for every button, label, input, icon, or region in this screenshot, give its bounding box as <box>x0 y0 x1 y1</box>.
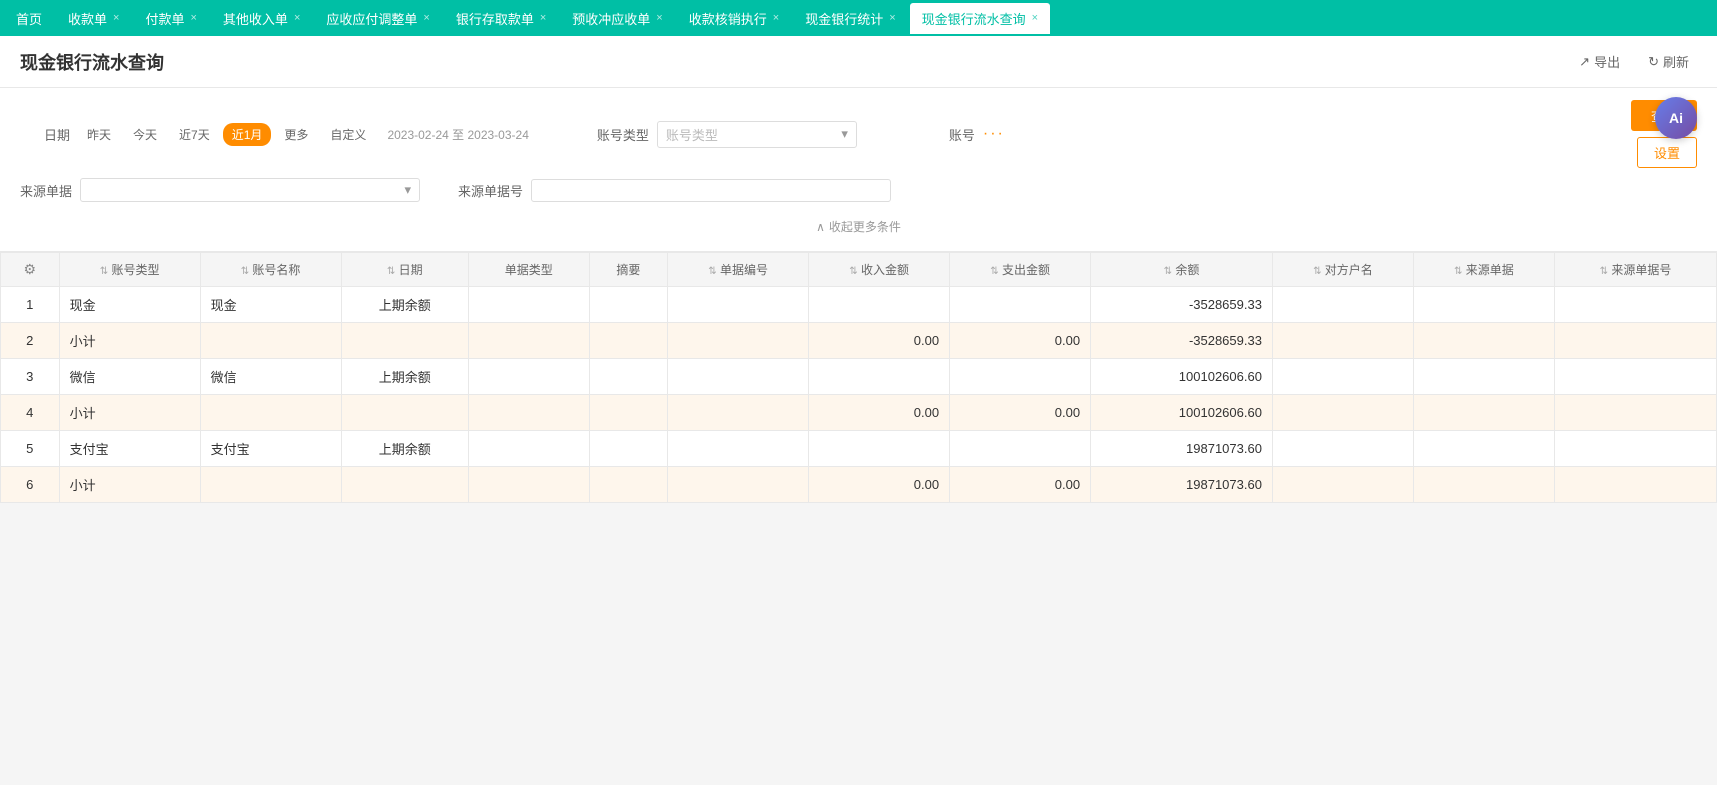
sort-icon: ⇅ <box>1313 266 1321 277</box>
col-account-type[interactable]: ⇅ 账号类型 <box>59 253 200 287</box>
nav-tab-yushou[interactable]: 预收冲应收单 × <box>560 3 674 34</box>
nav-home[interactable]: 首页 <box>4 3 54 34</box>
filter-area: 日期 昨天 今天 近7天 近1月 更多 自定义 2023-02-24 至 202… <box>0 88 1717 252</box>
chevron-down-icon: ▾ <box>404 182 411 198</box>
sort-icon: ⇅ <box>849 266 857 277</box>
col-counterparty[interactable]: ⇅ 对方户名 <box>1272 253 1413 287</box>
sort-icon: ⇅ <box>708 266 716 277</box>
refresh-button[interactable]: ↻ 刷新 <box>1640 48 1697 75</box>
account-label: 账号 <box>925 125 975 144</box>
sort-icon: ⇅ <box>1454 266 1462 277</box>
close-icon[interactable]: × <box>656 12 662 24</box>
col-expense[interactable]: ⇅ 支出金额 <box>950 253 1091 287</box>
date-btn-custom[interactable]: 自定义 <box>321 123 375 146</box>
data-table: ⚙ ⇅ 账号类型 ⇅ 账号名称 ⇅ 日期 单据类型 摘要 <box>0 252 1717 503</box>
nav-tab-shoukuanhexiao[interactable]: 收款核销执行 × <box>677 3 791 34</box>
date-btn-more[interactable]: 更多 <box>275 123 317 146</box>
sort-icon: ⇅ <box>990 266 998 277</box>
date-btn-7days[interactable]: 近7天 <box>170 123 219 146</box>
source-voucher-label: 来源单据 <box>20 181 72 200</box>
account-type-select[interactable]: 账号类型 ▾ <box>657 121 857 148</box>
date-btn-today[interactable]: 今天 <box>124 123 166 146</box>
nav-tab-xianjinyinhang-stat[interactable]: 现金银行统计 × <box>793 3 907 34</box>
nav-tab-qitashouru[interactable]: 其他收入单 × <box>211 3 312 34</box>
source-voucher-select[interactable]: ▾ <box>80 178 420 202</box>
col-balance[interactable]: ⇅ 余额 <box>1091 253 1273 287</box>
account-type-label: 账号类型 <box>597 125 649 144</box>
export-button[interactable]: ↗ 导出 <box>1571 48 1628 75</box>
date-label: 日期 <box>20 125 70 144</box>
col-source-voucher[interactable]: ⇅ 来源单据 <box>1413 253 1554 287</box>
nav-tab-yingshouyingfu[interactable]: 应收应付调整单 × <box>314 3 441 34</box>
account-more-icon[interactable]: ··· <box>983 125 1005 143</box>
date-range-display: 2023-02-24 至 2023-03-24 <box>387 126 528 143</box>
col-voucher-no[interactable]: ⇅ 单据编号 <box>668 253 809 287</box>
collapse-bar[interactable]: ∧ 收起更多条件 <box>20 212 1697 239</box>
col-voucher-type: 单据类型 <box>469 253 590 287</box>
page-title: 现金银行流水查询 <box>20 49 164 75</box>
close-icon[interactable]: × <box>423 12 429 24</box>
ai-assistant-button[interactable]: Ai <box>1655 97 1697 139</box>
gear-icon[interactable]: ⚙ <box>24 261 37 277</box>
close-icon[interactable]: × <box>889 12 895 24</box>
table-row: 2小计0.000.00-3528659.33 <box>1 323 1717 359</box>
table-row: 6小计0.000.0019871073.60 <box>1 467 1717 503</box>
table-row: 1现金现金上期余额-3528659.33 <box>1 287 1717 323</box>
export-icon: ↗ <box>1579 54 1590 70</box>
source-voucher-no-label: 来源单据号 <box>458 181 523 200</box>
close-icon[interactable]: × <box>773 12 779 24</box>
header-actions: ↗ 导出 ↻ 刷新 <box>1571 48 1697 75</box>
close-icon[interactable]: × <box>190 12 196 24</box>
settings-button[interactable]: 设置 <box>1637 137 1697 168</box>
date-buttons: 昨天 今天 近7天 近1月 更多 自定义 <box>78 123 375 146</box>
close-icon[interactable]: × <box>113 12 119 24</box>
sort-icon: ⇅ <box>241 266 249 277</box>
close-icon[interactable]: × <box>1032 12 1038 24</box>
nav-tab-fukuandan[interactable]: 付款单 × <box>133 3 208 34</box>
top-navigation: 首页 收款单 × 付款单 × 其他收入单 × 应收应付调整单 × 银行存取款单 … <box>0 0 1717 36</box>
filter-row-source: 来源单据 ▾ 来源单据号 <box>20 178 1697 202</box>
date-btn-yesterday[interactable]: 昨天 <box>78 123 120 146</box>
table-row: 4小计0.000.00100102606.60 <box>1 395 1717 431</box>
date-btn-1month[interactable]: 近1月 <box>223 123 272 146</box>
close-icon[interactable]: × <box>294 12 300 24</box>
nav-tab-shoukuandan[interactable]: 收款单 × <box>56 3 131 34</box>
sort-icon: ⇅ <box>100 266 108 277</box>
filter-row-date: 日期 昨天 今天 近7天 近1月 更多 自定义 2023-02-24 至 202… <box>20 100 1697 168</box>
chevron-down-icon: ▾ <box>841 126 848 142</box>
nav-tab-yinhangcunqu[interactable]: 银行存取款单 × <box>444 3 558 34</box>
col-source-voucher-no[interactable]: ⇅ 来源单据号 <box>1554 253 1716 287</box>
col-account-name[interactable]: ⇅ 账号名称 <box>200 253 341 287</box>
col-summary: 摘要 <box>589 253 668 287</box>
table-container: ⚙ ⇅ 账号类型 ⇅ 账号名称 ⇅ 日期 单据类型 摘要 <box>0 252 1717 503</box>
close-icon[interactable]: × <box>540 12 546 24</box>
page-header: 现金银行流水查询 ↗ 导出 ↻ 刷新 <box>0 36 1717 88</box>
sort-icon: ⇅ <box>1600 266 1608 277</box>
source-voucher-no-input[interactable] <box>531 179 891 202</box>
col-income[interactable]: ⇅ 收入金额 <box>809 253 950 287</box>
col-gear[interactable]: ⚙ <box>1 253 60 287</box>
table-row: 5支付宝支付宝上期余额19871073.60 <box>1 431 1717 467</box>
sort-icon: ⇅ <box>387 266 395 277</box>
refresh-icon: ↻ <box>1648 54 1659 70</box>
col-date[interactable]: ⇅ 日期 <box>341 253 468 287</box>
nav-tab-xianjinyinhang-query[interactable]: 现金银行流水查询 × <box>910 3 1050 34</box>
table-row: 3微信微信上期余额100102606.60 <box>1 359 1717 395</box>
chevron-up-icon: ∧ <box>816 220 825 234</box>
sort-icon: ⇅ <box>1164 266 1172 277</box>
